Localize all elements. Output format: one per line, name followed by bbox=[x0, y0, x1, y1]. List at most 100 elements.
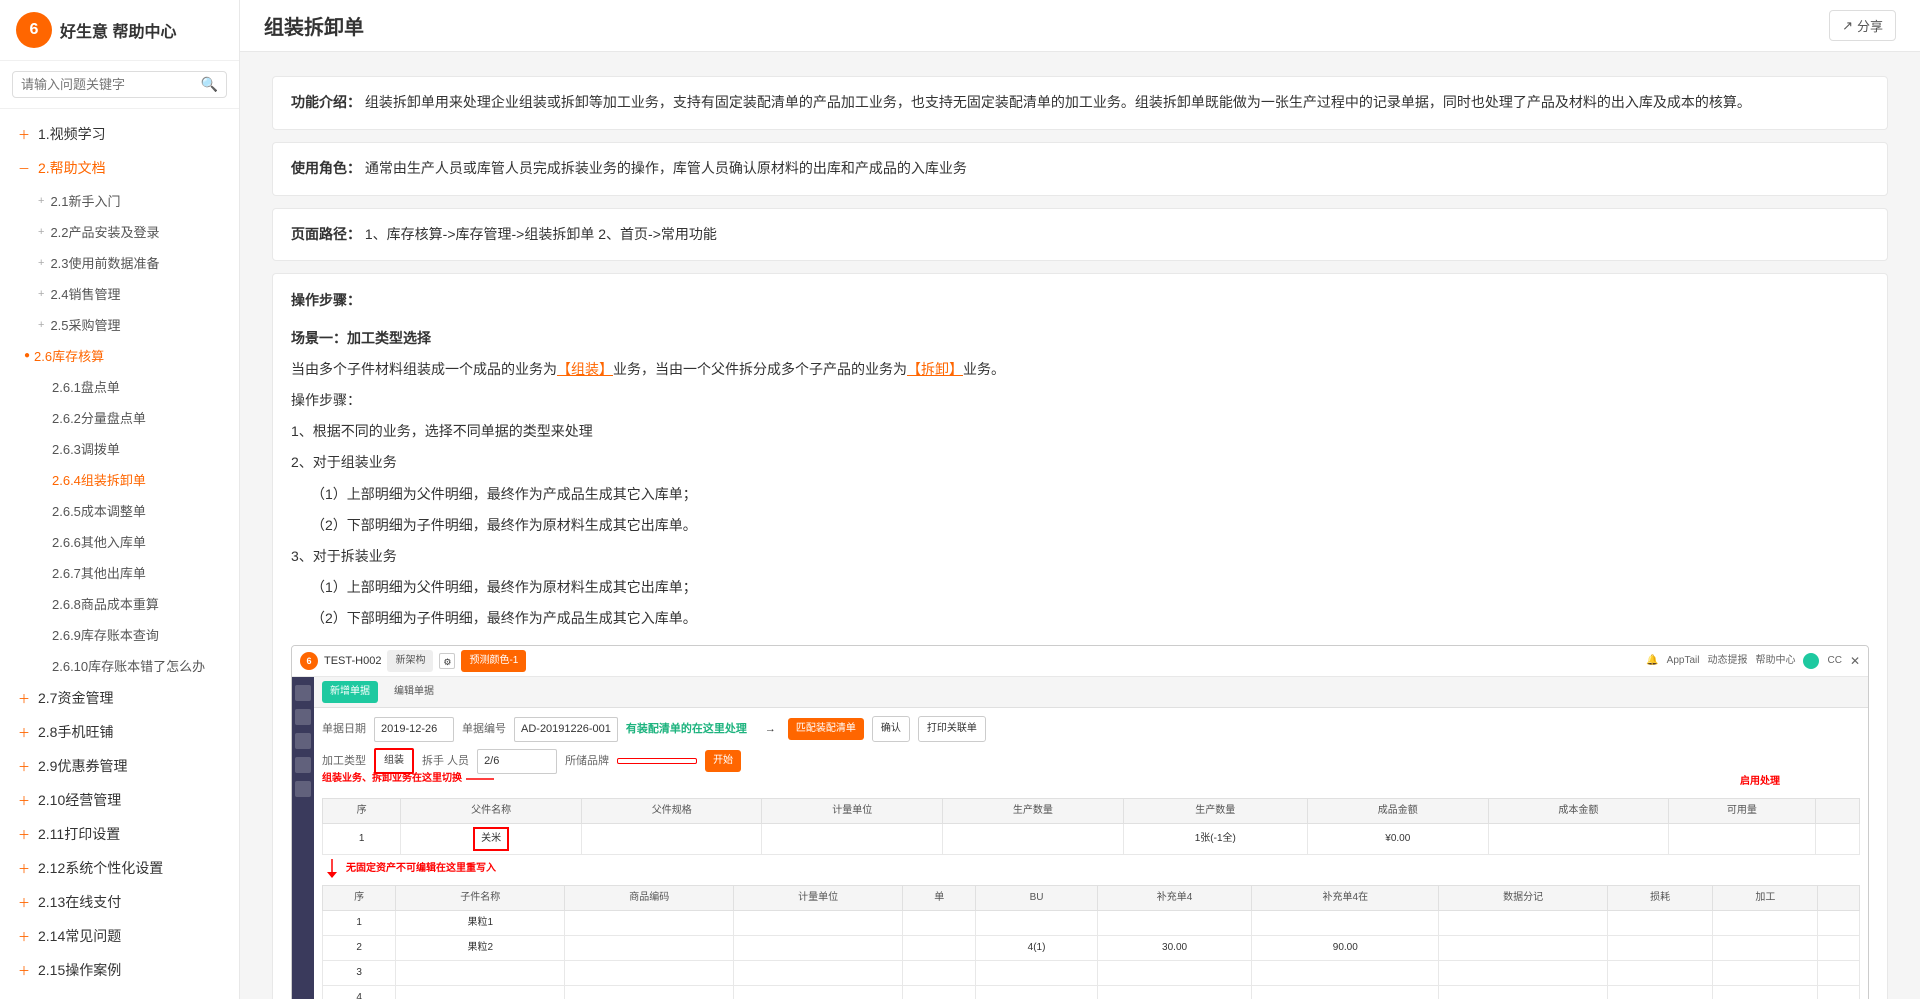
step2-1: （1）上部明细为父件明细，最终作为产成品生成其它入库单； bbox=[291, 482, 1869, 507]
sidebar-sub-label: 2.2产品安装及登录 bbox=[50, 222, 159, 241]
fake-new-order-tab[interactable]: 新增单据 bbox=[322, 681, 378, 703]
fake-print-btn[interactable]: 打印关联单 bbox=[918, 716, 986, 742]
sidebar-item-install[interactable]: + 2.2产品安装及登录 bbox=[0, 216, 239, 247]
fake-date-input[interactable]: 2019-12-26 bbox=[374, 717, 454, 743]
fake-th2-col5: 数据分记 bbox=[1439, 886, 1608, 911]
fake-prediction-btn[interactable]: 预测颜色-1 bbox=[461, 650, 526, 672]
sidebar-item-other-out[interactable]: 2.6.7其他出库单 bbox=[0, 557, 239, 588]
fake-table1-wrap: 序 父件名称 父件规格 计量单位 生产数量 生产数量 成品金额 bbox=[322, 798, 1860, 855]
sidebar-item-faq[interactable]: ＋ 2.14常见问题 bbox=[0, 919, 239, 953]
logo-icon: 6 bbox=[16, 12, 52, 48]
sidebar-sub-label: 2.6.4组装拆卸单 bbox=[52, 470, 146, 489]
sidebar-sub-label: 2.3使用前数据准备 bbox=[50, 253, 159, 272]
fake-bell-icon: 🔔 bbox=[1646, 652, 1658, 670]
minus-icon: － bbox=[16, 160, 32, 176]
fake-annotation4-wrap: 无固定资产不可编辑在这里重写入 bbox=[322, 859, 1860, 879]
sidebar-item-print[interactable]: ＋ 2.11打印设置 bbox=[0, 817, 239, 851]
fake-logo: 6 bbox=[300, 652, 318, 670]
sidebar-item-sales[interactable]: + 2.4销售管理 bbox=[0, 278, 239, 309]
sidebar-item-help-docs[interactable]: － 2.帮助文档 + 2.1新手入门 + 2.2产品安装及登录 + 2.3使用前… bbox=[0, 151, 239, 681]
plus-icon: ＋ bbox=[16, 724, 32, 740]
sidebar-item-customization[interactable]: ＋ 2.12系统个性化设置 bbox=[0, 851, 239, 885]
fake-annotation2-wrap: 组装业务、拆卸业务在这里切换 bbox=[322, 770, 496, 788]
fake-th-cost-amt: 成本金额 bbox=[1488, 799, 1669, 824]
sidebar-item-label: 2.7资金管理 bbox=[38, 688, 113, 708]
table-row: 2 果粒2 4(1) 30.00 90.00 bbox=[323, 936, 1860, 961]
sidebar-sub-label: 2.6.7其他出库单 bbox=[52, 563, 146, 582]
fake-store-label: 所储品牌 bbox=[565, 752, 609, 772]
sidebar-sub-label: 2.6.8商品成本重算 bbox=[52, 594, 159, 613]
sidebar-item-data-prep[interactable]: + 2.3使用前数据准备 bbox=[0, 247, 239, 278]
fake-billno-input[interactable]: AD-20191226-001 bbox=[514, 717, 618, 743]
sidebar-item-online-pay[interactable]: ＋ 2.13在线支付 bbox=[0, 885, 239, 919]
sidebar-item-finance[interactable]: ＋ 2.7资金管理 bbox=[0, 681, 239, 715]
link-disassembly[interactable]: 【拆卸】 bbox=[907, 361, 963, 377]
fake-store-input[interactable] bbox=[617, 758, 697, 764]
fake-parent-name-cell[interactable]: 关米 bbox=[473, 827, 509, 851]
sub-icon: + bbox=[38, 257, 44, 269]
sidebar-item-purchase[interactable]: + 2.5采购管理 bbox=[0, 309, 239, 340]
circle-icon: ● bbox=[24, 350, 30, 361]
sidebar-sub-label: 2.1新手入门 bbox=[50, 191, 120, 210]
steps-block: 操作步骤： 场景一：加工类型选择 当由多个子件材料组装成一个成品的业务为【组装】… bbox=[272, 273, 1888, 999]
link-assembly[interactable]: 【组装】 bbox=[557, 361, 613, 377]
sidebar-item-other-in[interactable]: 2.6.6其他入库单 bbox=[0, 526, 239, 557]
plus-icon: ＋ bbox=[16, 792, 32, 808]
sidebar-item-stock-error[interactable]: 2.6.10库存账本错了怎么办 bbox=[0, 650, 239, 681]
sidebar-item-inventory[interactable]: ● 2.6库存核算 bbox=[0, 340, 239, 371]
fake-annotation1: 有装配清单的在这里处理 bbox=[626, 720, 747, 740]
search-icon: 🔍 bbox=[201, 76, 218, 93]
fake-annotation4: 无固定资产不可编辑在这里重写入 bbox=[346, 860, 496, 878]
sidebar-item-video[interactable]: ＋ 1.视频学习 bbox=[0, 117, 239, 151]
step3: 3、对于拆装业务 bbox=[291, 544, 1869, 569]
search-input[interactable] bbox=[21, 77, 201, 92]
fake-th-parent-name: 父件名称 bbox=[401, 799, 582, 824]
sidebar-item-partial-stock[interactable]: 2.6.2分量盘点单 bbox=[0, 402, 239, 433]
logo-title: 好生意 帮助中心 bbox=[60, 18, 176, 42]
search-area: 🔍 bbox=[0, 61, 239, 109]
fake-sidebar-icon-2 bbox=[295, 709, 311, 725]
plus-icon: ＋ bbox=[16, 962, 32, 978]
fake-sidebar-icon-1 bbox=[295, 685, 311, 701]
sidebar-item-stocktake[interactable]: 2.6.1盘点单 bbox=[0, 371, 239, 402]
fake-start-btn[interactable]: 开始 bbox=[705, 750, 741, 772]
func-intro-label: 功能介绍： bbox=[291, 94, 361, 110]
fake-confirm-btn[interactable]: 确认 bbox=[872, 716, 910, 742]
fake-dynamic-report: 动态提报 bbox=[1707, 652, 1747, 670]
sidebar-item-transfer[interactable]: 2.6.3调拨单 bbox=[0, 433, 239, 464]
search-wrap[interactable]: 🔍 bbox=[12, 71, 227, 98]
plus-icon: ＋ bbox=[16, 894, 32, 910]
sidebar-item-stock-ledger[interactable]: 2.6.9库存账本查询 bbox=[0, 619, 239, 650]
sidebar-item-cases[interactable]: ＋ 2.15操作案例 bbox=[0, 953, 239, 987]
fake-avatar bbox=[1803, 653, 1819, 669]
fake-th2-col1: 单 bbox=[903, 886, 976, 911]
sidebar-item-label: 2.帮助文档 bbox=[38, 158, 106, 178]
fake-sidebar-icon-4 bbox=[295, 757, 311, 773]
plus-icon: ＋ bbox=[16, 860, 32, 876]
fake-th2-col6: 损耗 bbox=[1608, 886, 1713, 911]
step2: 2、对于组装业务 bbox=[291, 450, 1869, 475]
fake-th-avail-qty: 可用量 bbox=[1669, 799, 1816, 824]
sidebar-item-operations[interactable]: ＋ 2.10经营管理 bbox=[0, 783, 239, 817]
sidebar-item-assembly[interactable]: 2.6.4组装拆卸单 bbox=[0, 464, 239, 495]
share-button[interactable]: ↗ 分享 bbox=[1829, 10, 1896, 41]
fake-titlebar: 6 TEST-H002 新架构 ⚙ 预测颜色-1 🔔 AppTail 动态提报 … bbox=[292, 646, 1868, 677]
sub-icon: + bbox=[38, 226, 44, 238]
sidebar-item-newbie[interactable]: + 2.1新手入门 bbox=[0, 185, 239, 216]
fake-match-btn[interactable]: 匹配装配清单 bbox=[788, 718, 864, 740]
fake-edit-order-tab[interactable]: 编辑单据 bbox=[386, 681, 442, 703]
fake-table1: 序 父件名称 父件规格 计量单位 生产数量 生产数量 成品金额 bbox=[322, 798, 1860, 855]
sidebar: 6 好生意 帮助中心 🔍 ＋ 1.视频学习 － 2.帮助文档 + bbox=[0, 0, 240, 999]
fake-th-unit: 计量单位 bbox=[762, 799, 943, 824]
fake-app-window: 6 TEST-H002 新架构 ⚙ 预测颜色-1 🔔 AppTail 动态提报 … bbox=[291, 645, 1869, 999]
fake-tab-new-arch[interactable]: 新架构 bbox=[387, 650, 433, 672]
fake-table2: 序 子件名称 商品编码 计量单位 单 BU 补充单4 补充单4在 bbox=[322, 885, 1860, 999]
sidebar-item-cost-adj[interactable]: 2.6.5成本调整单 bbox=[0, 495, 239, 526]
fake-td-name: 关米 bbox=[401, 824, 582, 855]
sidebar-item-coupon[interactable]: ＋ 2.9优惠券管理 bbox=[0, 749, 239, 783]
fake-close-icon[interactable]: ✕ bbox=[1850, 651, 1860, 673]
sidebar-item-mobile[interactable]: ＋ 2.8手机旺铺 bbox=[0, 715, 239, 749]
sidebar-item-cost-recalc[interactable]: 2.6.8商品成本重算 bbox=[0, 588, 239, 619]
fake-date-label: 单据日期 bbox=[322, 720, 366, 740]
fake-th-seq: 序 bbox=[323, 799, 401, 824]
